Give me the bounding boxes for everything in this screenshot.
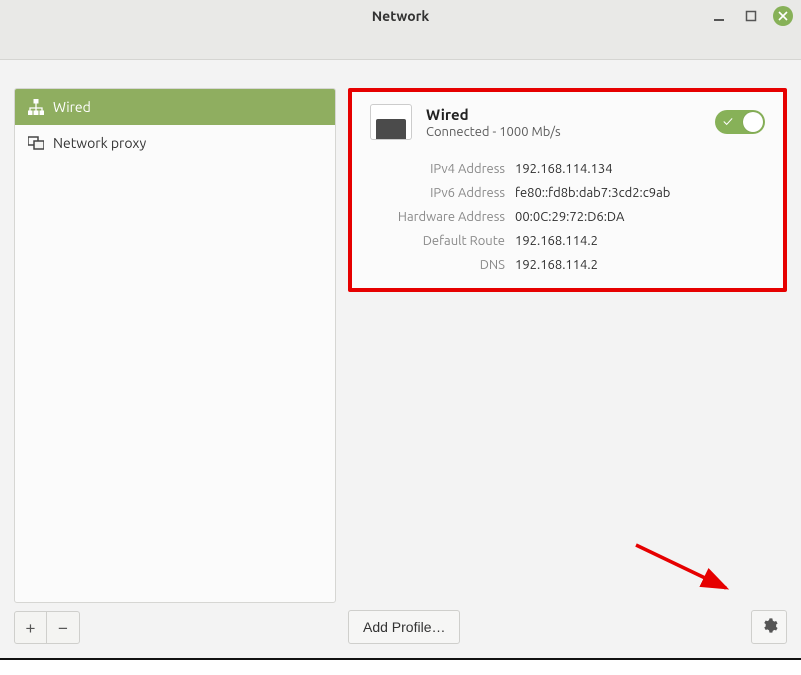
dns-value: 192.168.114.2: [515, 258, 765, 272]
remove-connection-button[interactable]: −: [47, 612, 79, 644]
window-title: Network: [372, 8, 430, 24]
dns-label: DNS: [370, 258, 505, 272]
settings-button[interactable]: [751, 610, 787, 644]
route-value: 192.168.114.2: [515, 234, 765, 248]
ipv4-value: 192.168.114.134: [515, 162, 765, 176]
close-button[interactable]: [773, 6, 793, 26]
connection-details: IPv4 Address 192.168.114.134 IPv6 Addres…: [370, 162, 765, 272]
minimize-button[interactable]: [709, 6, 729, 26]
route-label: Default Route: [370, 234, 505, 248]
connection-toggle[interactable]: ✓: [715, 110, 765, 134]
maximize-button[interactable]: [741, 6, 761, 26]
annotation-arrow-icon: [631, 540, 741, 600]
ipv6-value: fe80::fd8b:dab7:3cd2:c9ab: [515, 186, 765, 200]
add-profile-button[interactable]: Add Profile…: [348, 610, 460, 644]
ethernet-icon: [370, 104, 412, 140]
connection-status: Connected - 1000 Mb/s: [426, 125, 561, 139]
sidebar-item-wired[interactable]: Wired: [15, 89, 335, 125]
wired-icon: [27, 99, 45, 115]
hw-label: Hardware Address: [370, 210, 505, 224]
ipv6-label: IPv6 Address: [370, 186, 505, 200]
gear-icon: [761, 617, 778, 637]
add-connection-button[interactable]: +: [15, 612, 47, 644]
sidebar-item-label: Wired: [53, 99, 91, 115]
connection-title: Wired: [426, 106, 561, 123]
check-icon: ✓: [723, 113, 733, 129]
sidebar: Wired Network proxy: [14, 88, 336, 603]
connection-panel-highlight: Wired Connected - 1000 Mb/s ✓ IPv4 Addre…: [348, 88, 787, 292]
sidebar-item-network-proxy[interactable]: Network proxy: [15, 125, 335, 161]
sidebar-tools: + −: [14, 611, 80, 644]
titlebar: Network: [0, 0, 801, 60]
sidebar-item-label: Network proxy: [53, 135, 146, 151]
ipv4-label: IPv4 Address: [370, 162, 505, 176]
window-controls: [709, 6, 793, 26]
hw-value: 00:0C:29:72:D6:DA: [515, 210, 765, 224]
proxy-icon: [27, 135, 45, 151]
